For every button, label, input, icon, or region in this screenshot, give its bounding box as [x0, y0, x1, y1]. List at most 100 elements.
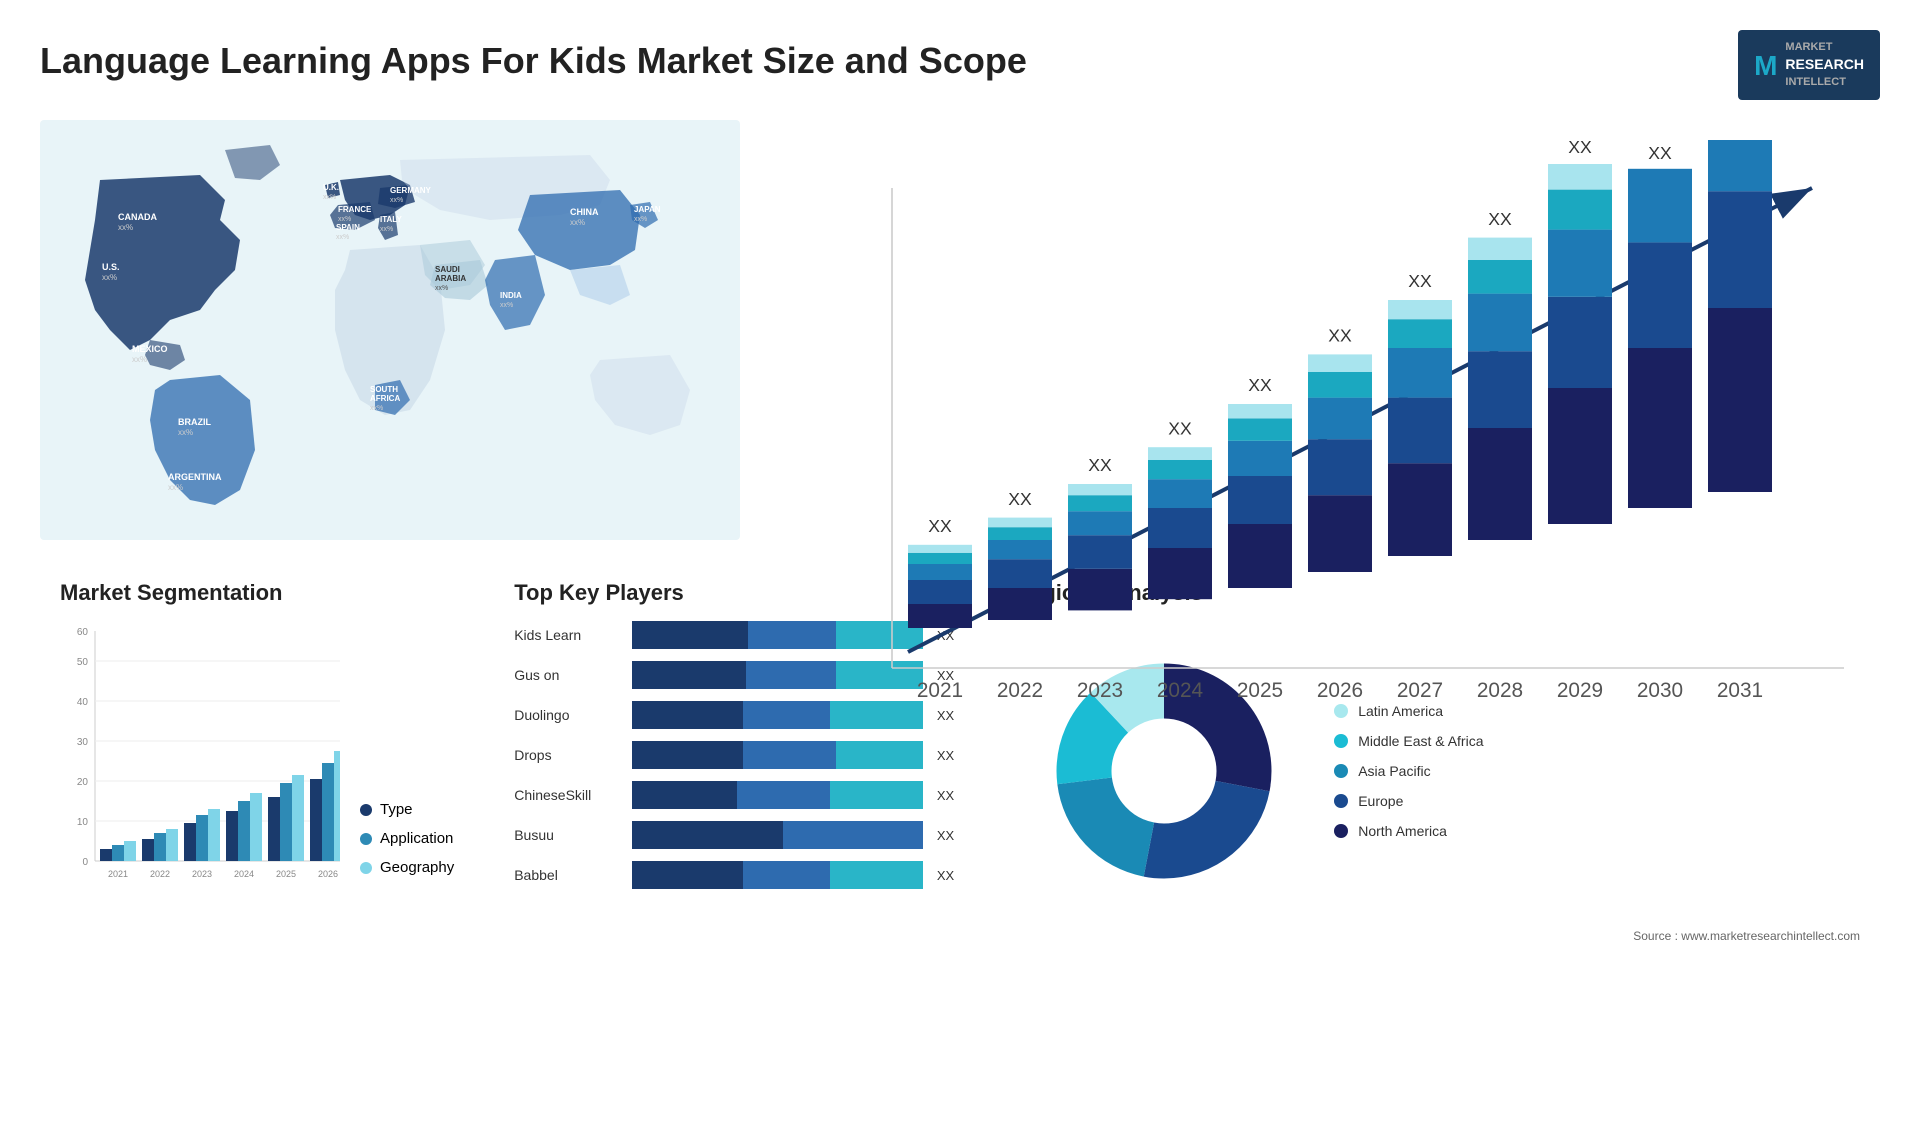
logo-area: M MARKET RESEARCH INTELLECT — [1738, 30, 1880, 100]
application-dot — [360, 833, 372, 845]
player-val: XX — [937, 868, 954, 883]
segmentation-chart: 0 10 20 30 40 50 60 — [60, 621, 340, 901]
bar-seg-3 — [830, 781, 923, 809]
svg-text:xx%: xx% — [435, 285, 448, 292]
reg-legend-na: North America — [1334, 823, 1483, 839]
player-val: XX — [937, 748, 954, 763]
type-dot — [360, 804, 372, 816]
svg-text:50: 50 — [77, 657, 89, 668]
seg-chart-area: 0 10 20 30 40 50 60 — [60, 621, 454, 906]
na-label: North America — [1358, 823, 1447, 839]
segmentation-title: Market Segmentation — [60, 580, 454, 606]
svg-text:30: 30 — [77, 737, 89, 748]
player-name: Babbel — [514, 867, 624, 883]
bar-seg-2 — [737, 781, 830, 809]
svg-text:XX: XX — [1488, 209, 1512, 229]
asia-label: Asia Pacific — [1358, 763, 1430, 779]
reg-legend-europe: Europe — [1334, 793, 1483, 809]
world-map-svg: CANADA xx% U.S. xx% MEXICO xx% BRAZIL xx… — [40, 120, 740, 540]
svg-text:SOUTH: SOUTH — [370, 385, 398, 394]
player-name: ChineseSkill — [514, 787, 624, 803]
svg-text:xx%: xx% — [500, 302, 513, 309]
svg-text:XX: XX — [1248, 376, 1272, 396]
svg-text:2026: 2026 — [1317, 679, 1363, 702]
svg-text:xx%: xx% — [338, 216, 351, 223]
legend-application: Application — [360, 830, 454, 847]
player-name: Gus on — [514, 667, 624, 683]
page-container: Language Learning Apps For Kids Market S… — [0, 0, 1920, 1146]
svg-text:10: 10 — [77, 817, 89, 828]
svg-text:INDIA: INDIA — [500, 291, 522, 300]
svg-text:20: 20 — [77, 777, 89, 788]
svg-text:2021: 2021 — [108, 869, 128, 879]
svg-text:xx%: xx% — [132, 355, 147, 364]
svg-text:2029: 2029 — [1557, 679, 1603, 702]
svg-text:XX: XX — [1408, 272, 1432, 292]
svg-text:60: 60 — [77, 627, 89, 638]
bar-chart-svg: XX XX XX XX — [820, 140, 1860, 748]
svg-text:ITALY: ITALY — [380, 215, 402, 224]
svg-text:2028: 2028 — [1477, 679, 1523, 702]
svg-text:2027: 2027 — [1397, 679, 1443, 702]
legend-geography: Geography — [360, 859, 454, 876]
bar-seg-2 — [743, 861, 830, 889]
header: Language Learning Apps For Kids Market S… — [40, 30, 1880, 100]
bar-seg-1 — [632, 781, 737, 809]
svg-text:GERMANY: GERMANY — [390, 186, 432, 195]
svg-text:MEXICO: MEXICO — [132, 344, 168, 354]
bar-seg-1 — [632, 741, 742, 769]
svg-text:ARABIA: ARABIA — [435, 274, 466, 283]
svg-text:2023: 2023 — [1077, 679, 1123, 702]
svg-text:SAUDI: SAUDI — [435, 265, 460, 274]
svg-text:XX: XX — [1088, 456, 1112, 476]
svg-text:xx%: xx% — [323, 194, 336, 201]
player-name: Drops — [514, 747, 624, 763]
europe-dot — [1334, 794, 1348, 808]
logo-m-icon: M — [1754, 46, 1777, 85]
page-title: Language Learning Apps For Kids Market S… — [40, 40, 1027, 82]
bar-chart-container: XX XX XX XX — [770, 120, 1880, 540]
svg-text:40: 40 — [77, 697, 89, 708]
svg-text:xx%: xx% — [390, 197, 403, 204]
svg-text:U.S.: U.S. — [102, 262, 120, 272]
application-label: Application — [380, 830, 453, 847]
bar-seg-1 — [632, 661, 745, 689]
player-row: Babbel XX — [514, 861, 954, 889]
svg-text:2021: 2021 — [917, 679, 963, 702]
svg-text:xx%: xx% — [634, 216, 647, 223]
svg-text:ARGENTINA: ARGENTINA — [168, 472, 222, 482]
bar-seg-2 — [783, 821, 923, 849]
player-name: Duolingo — [514, 707, 624, 723]
bar-seg-1 — [632, 701, 742, 729]
svg-text:CHINA: CHINA — [570, 207, 599, 217]
svg-text:XX: XX — [1008, 489, 1032, 509]
player-row: Busuu XX — [514, 821, 954, 849]
svg-text:xx%: xx% — [370, 405, 383, 412]
europe-label: Europe — [1358, 793, 1403, 809]
legend-type: Type — [360, 801, 454, 818]
svg-text:XX: XX — [1568, 140, 1592, 157]
source-text: Source : www.marketresearchintellect.com — [1014, 929, 1860, 943]
svg-text:2025: 2025 — [1237, 679, 1283, 702]
top-section: CANADA xx% U.S. xx% MEXICO xx% BRAZIL xx… — [40, 120, 1880, 540]
bar-seg-3 — [830, 861, 923, 889]
player-name: Busuu — [514, 827, 624, 843]
svg-text:XX: XX — [1648, 144, 1672, 164]
svg-text:xx%: xx% — [102, 273, 117, 282]
svg-text:XX: XX — [1328, 326, 1352, 346]
svg-text:XX: XX — [1728, 140, 1752, 144]
svg-text:SPAIN: SPAIN — [336, 223, 360, 232]
svg-text:FRANCE: FRANCE — [338, 205, 372, 214]
svg-text:2031: 2031 — [1717, 679, 1763, 702]
player-val: XX — [937, 788, 954, 803]
bar-seg-1 — [632, 861, 742, 889]
svg-text:2026: 2026 — [318, 869, 338, 879]
svg-text:2025: 2025 — [276, 869, 296, 879]
svg-text:2024: 2024 — [1157, 679, 1203, 702]
svg-text:xx%: xx% — [336, 234, 349, 241]
svg-text:CANADA: CANADA — [118, 212, 157, 222]
asia-dot — [1334, 764, 1348, 778]
geography-dot — [360, 862, 372, 874]
logo-box: M MARKET RESEARCH INTELLECT — [1738, 30, 1880, 100]
segmentation-container: Market Segmentation 0 — [40, 570, 474, 1070]
